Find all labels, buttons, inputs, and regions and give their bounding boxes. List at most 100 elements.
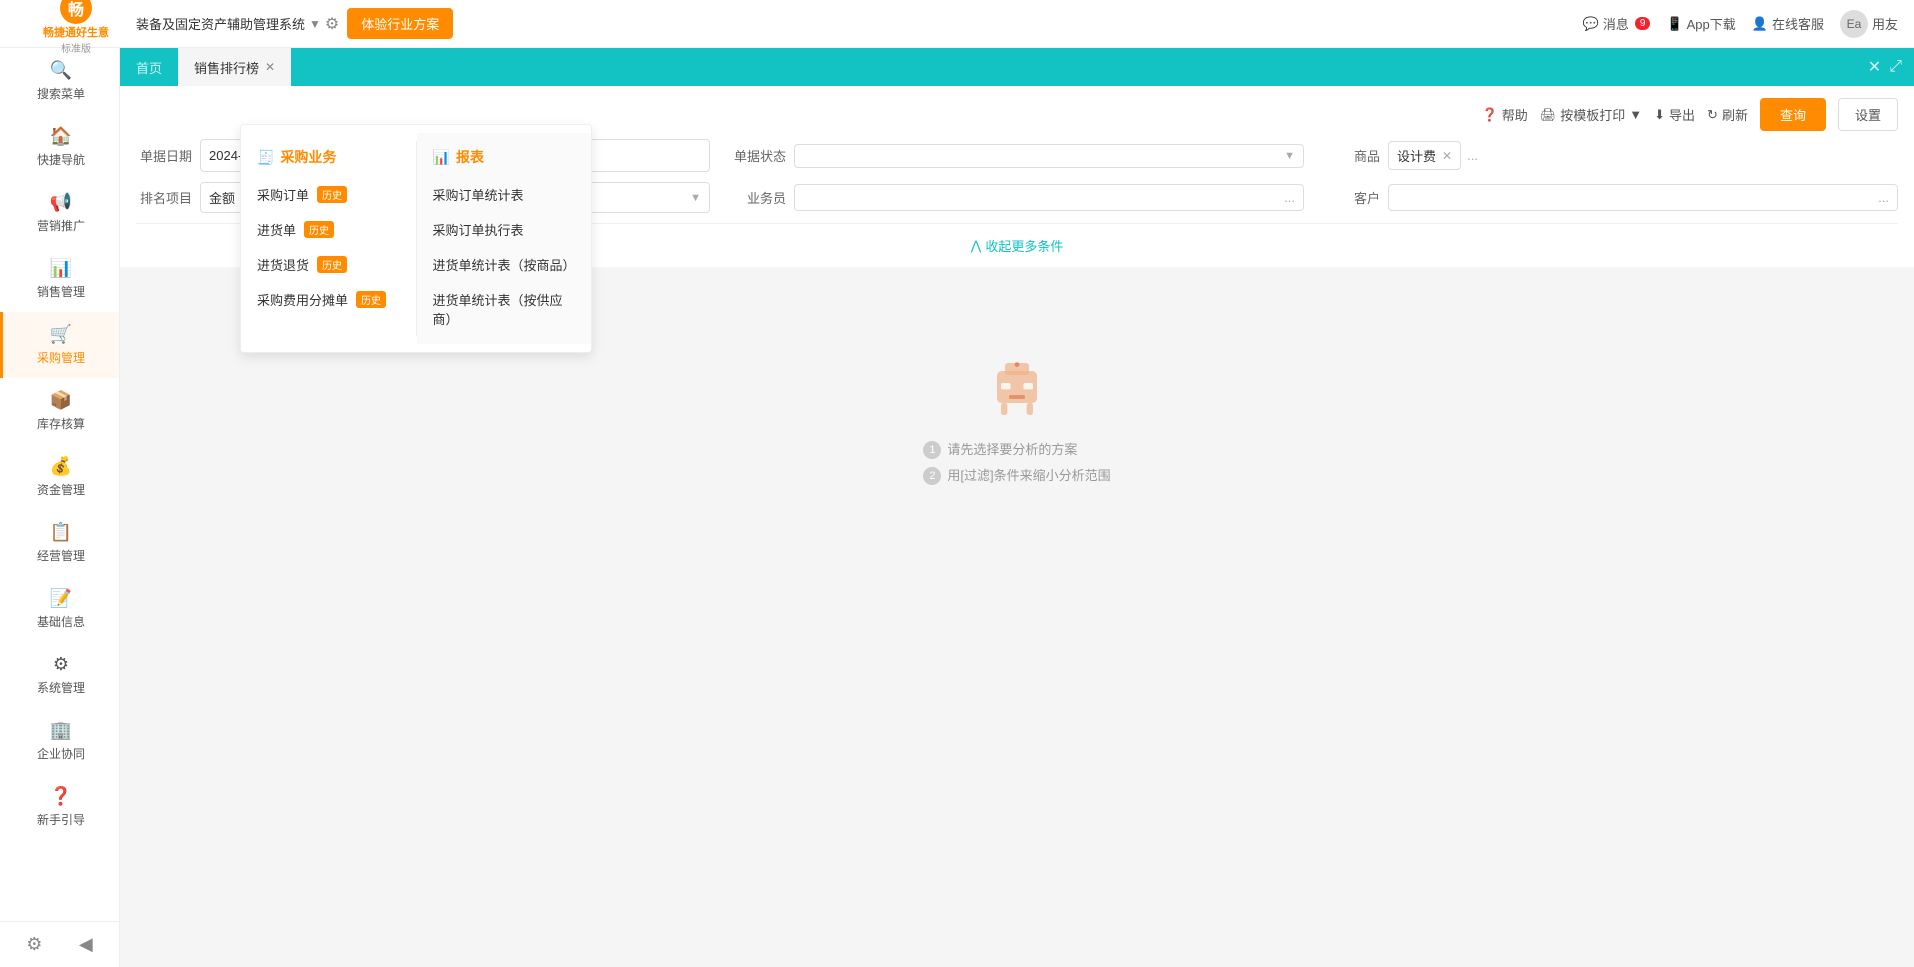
system-settings-icon[interactable]: ⚙ <box>325 14 339 34</box>
system-dropdown-arrow[interactable]: ▼ <box>309 17 321 31</box>
logo-sub: 标准版 <box>61 40 91 55</box>
goods-tag-close[interactable]: ✕ <box>1442 149 1452 163</box>
menu-item-expense[interactable]: 采购费用分摊单 历史 <box>241 282 416 317</box>
logo-area: 畅 畅捷通好生意 标准版 <box>16 0 136 55</box>
sidebar-bottom: ⚙ ◀ <box>0 921 119 967</box>
menu-item-purchase-order[interactable]: 采购订单 历史 <box>241 177 416 212</box>
incoming-badge: 历史 <box>304 221 334 238</box>
marketing-icon: 📢 <box>50 192 72 213</box>
expense-label: 采购费用分摊单 <box>257 290 348 309</box>
refresh-button[interactable]: ↻ 刷新 <box>1707 105 1748 124</box>
basic-icon: 📝 <box>50 588 72 609</box>
sidebar-item-quick-nav[interactable]: 🏠 快捷导航 <box>0 114 119 180</box>
sidebar-item-finance[interactable]: 💰 资金管理 <box>0 444 119 510</box>
tab-expand-btn[interactable]: ⤢ <box>1889 58 1902 76</box>
sidebar-item-enterprise[interactable]: 🏢 企业协同 <box>0 708 119 774</box>
message-icon: 💬 <box>1583 16 1599 32</box>
purchase-section-icon: 🧾 <box>257 149 274 166</box>
service-label: 在线客服 <box>1772 14 1824 33</box>
sidebar-item-inventory[interactable]: 📦 库存核算 <box>0 378 119 444</box>
online-service-button[interactable]: 👤 在线客服 <box>1752 14 1824 33</box>
purchase-section-label: 采购业务 <box>280 147 336 167</box>
sidebar-label-purchase: 采购管理 <box>37 349 85 366</box>
sidebar-item-purchase[interactable]: 🛒 采购管理 <box>0 312 119 378</box>
settings-button[interactable]: 设置 <box>1838 98 1898 131</box>
inventory-icon: 📦 <box>50 390 72 411</box>
sidebar-collapse-btn[interactable]: ◀ <box>79 934 93 955</box>
sidebar-label-inventory: 库存核算 <box>37 415 85 432</box>
menu-item-incoming[interactable]: 进货单 历史 <box>241 212 416 247</box>
sidebar-item-guide[interactable]: ❓ 新手引导 <box>0 774 119 840</box>
rank-label: 排名项目 <box>136 188 192 207</box>
goods-tag: 设计费 ✕ <box>1388 141 1461 170</box>
customer-input[interactable]: ... <box>1388 184 1898 211</box>
sidebar-item-basic[interactable]: 📝 基础信息 <box>0 576 119 642</box>
order-exec-label: 采购订单执行表 <box>433 220 524 239</box>
menu-item-order-exec[interactable]: 采购订单执行表 <box>417 212 592 247</box>
sidebar-label-operations: 经营管理 <box>37 547 85 564</box>
order-stats-label: 采购订单统计表 <box>433 185 524 204</box>
menu-item-incoming-stats-supplier[interactable]: 进货单统计表（按供应商） <box>417 282 592 336</box>
customer-ellipsis[interactable]: ... <box>1878 190 1889 205</box>
menu-item-order-stats[interactable]: 采购订单统计表 <box>417 177 592 212</box>
incoming-stats-supplier-label: 进货单统计表（按供应商） <box>433 290 576 328</box>
help-label: 帮助 <box>1502 105 1528 124</box>
purchase-icon: 🛒 <box>50 324 72 345</box>
tab-bar: 首页 销售排行榜 ✕ ✕ ⤢ <box>120 48 1914 86</box>
sidebar-label-marketing: 营销推广 <box>37 217 85 234</box>
expense-badge: 历史 <box>356 291 386 308</box>
purchase-order-badge: 历史 <box>317 186 347 203</box>
return-label: 进货退货 <box>257 255 309 274</box>
menu-section-report-title: 📊 报表 <box>417 141 592 177</box>
sidebar-item-operations[interactable]: 📋 经营管理 <box>0 510 119 576</box>
sidebar-label-search: 搜索菜单 <box>37 85 85 102</box>
salesman-field: 业务员 ... <box>730 182 1304 213</box>
message-label: 消息 <box>1603 14 1629 33</box>
export-button[interactable]: ⬇ 导出 <box>1654 105 1695 124</box>
sidebar-label-quick-nav: 快捷导航 <box>37 151 85 168</box>
incoming-label: 进货单 <box>257 220 296 239</box>
refresh-icon: ↻ <box>1707 107 1718 123</box>
sidebar-item-search[interactable]: 🔍 搜索菜单 <box>0 48 119 114</box>
collapse-button[interactable]: ⋀ 收起更多条件 <box>963 228 1072 263</box>
app-download-button[interactable]: 📱 App下载 <box>1666 14 1735 33</box>
incoming-stats-goods-label: 进货单统计表（按商品） <box>433 255 576 274</box>
tab-close-btn[interactable]: ✕ <box>1868 57 1881 77</box>
avatar: Ea <box>1840 10 1868 38</box>
sidebar-label-sales: 销售管理 <box>37 283 85 300</box>
menu-item-return[interactable]: 进货退货 历史 <box>241 247 416 282</box>
system-title: 装备及固定资产辅助管理系统 <box>136 14 305 33</box>
header-actions: 💬 消息 9 📱 App下载 👤 在线客服 Ea 用友 <box>1583 10 1898 38</box>
hint-item-2: 2 用[过滤]条件来缩小分析范围 <box>923 463 1110 489</box>
salesman-input[interactable]: ... <box>794 184 1304 211</box>
print-button[interactable]: 🖨 按模板打印 ▼ <box>1540 105 1642 124</box>
tab-close-icon[interactable]: ✕ <box>265 60 275 74</box>
goods-field: 商品 设计费 ✕ ... <box>1324 139 1898 172</box>
trial-button[interactable]: 体验行业方案 <box>347 8 453 39</box>
customer-field: 客户 ... <box>1324 182 1898 213</box>
salesman-ellipsis[interactable]: ... <box>1284 190 1295 205</box>
sidebar-settings-btn[interactable]: ⚙ <box>26 934 42 955</box>
hint-num-2: 2 <box>923 467 941 485</box>
help-button[interactable]: ❓ 帮助 <box>1482 105 1528 124</box>
date-label: 单据日期 <box>136 146 192 165</box>
message-button[interactable]: 💬 消息 9 <box>1583 14 1651 33</box>
goods-ellipsis[interactable]: ... <box>1467 148 1478 163</box>
sidebar-label-basic: 基础信息 <box>37 613 85 630</box>
user-button[interactable]: Ea 用友 <box>1840 10 1898 38</box>
export-label: 导出 <box>1669 105 1695 124</box>
sidebar-item-marketing[interactable]: 📢 营销推广 <box>0 180 119 246</box>
top-header: 畅 畅捷通好生意 标准版 装备及固定资产辅助管理系统 ▼ ⚙ 体验行业方案 💬 … <box>0 0 1914 48</box>
sidebar-label-finance: 资金管理 <box>37 481 85 498</box>
enterprise-icon: 🏢 <box>50 720 72 741</box>
logo-icon: 畅 <box>60 0 92 24</box>
menu-item-incoming-stats-goods[interactable]: 进货单统计表（按商品） <box>417 247 592 282</box>
sidebar-item-sales[interactable]: 📊 销售管理 <box>0 246 119 312</box>
salesman-label: 业务员 <box>730 188 786 207</box>
sidebar-item-system[interactable]: ⚙ 系统管理 <box>0 642 119 708</box>
hint-text-1: 请先选择要分析的方案 <box>947 437 1077 463</box>
status-input[interactable]: ▼ <box>794 144 1304 168</box>
tab-sales-rank[interactable]: 销售排行榜 ✕ <box>178 48 291 86</box>
query-button[interactable]: 查询 <box>1760 98 1826 131</box>
sidebar-label-system: 系统管理 <box>37 679 85 696</box>
